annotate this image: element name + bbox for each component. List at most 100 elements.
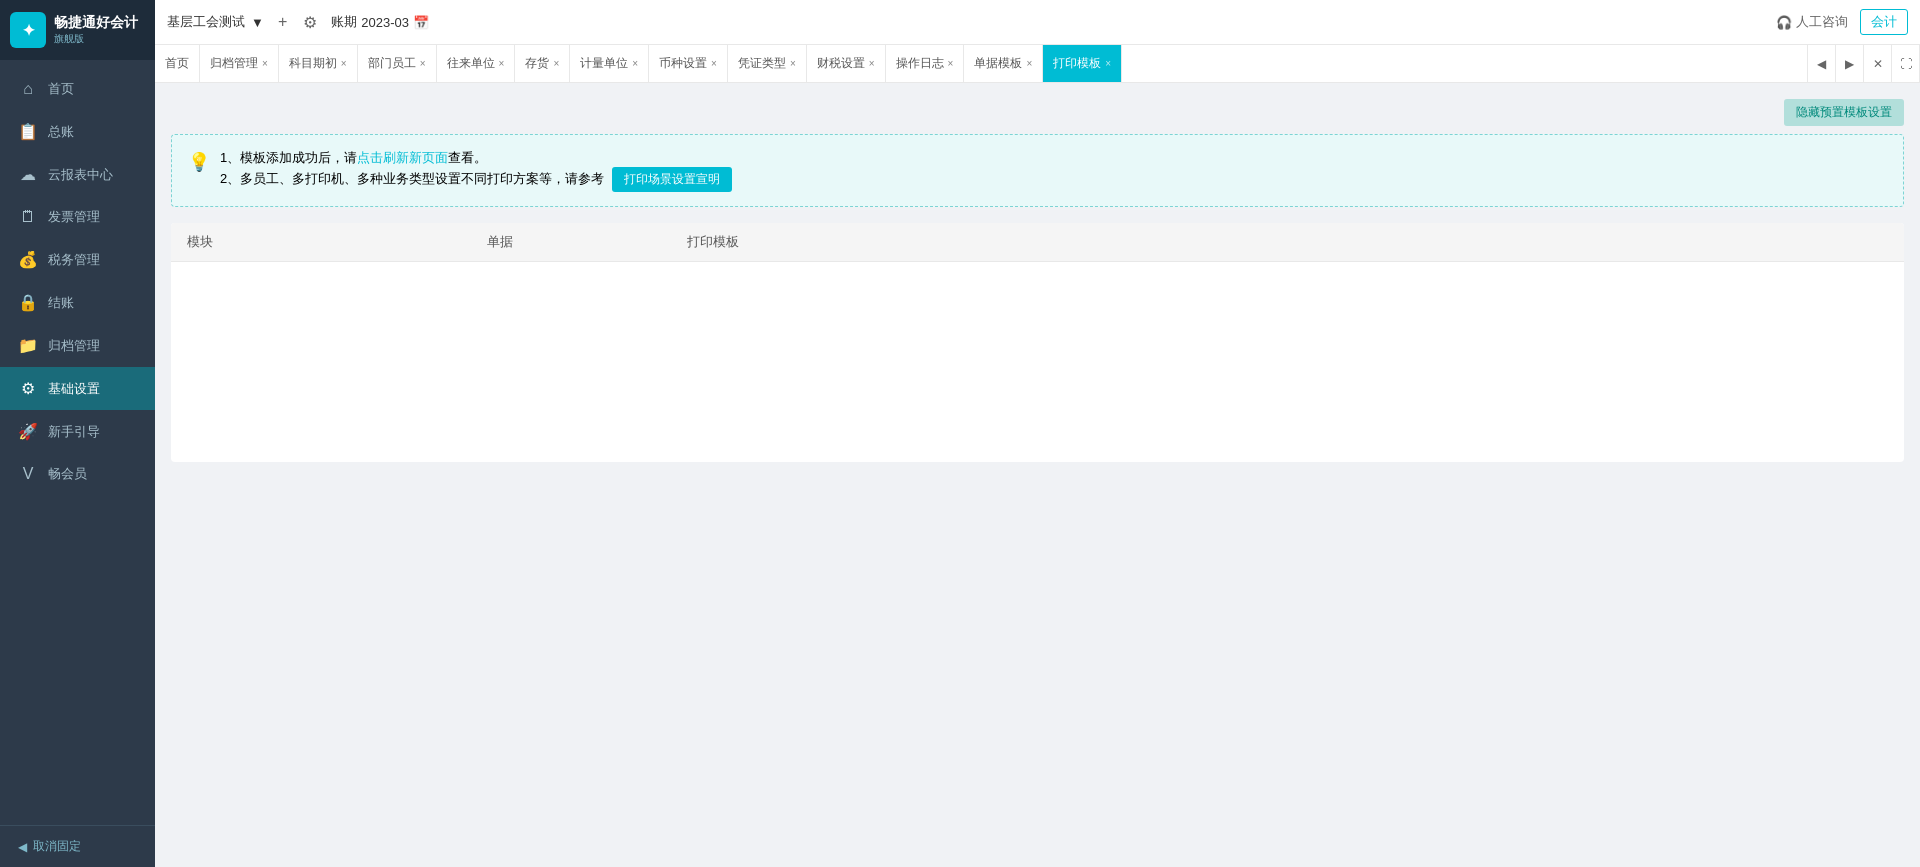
- tab-close-icon[interactable]: ×: [869, 58, 875, 69]
- th-template: 打印模板: [671, 223, 1904, 261]
- tab-label: 计量单位: [580, 55, 628, 72]
- add-button[interactable]: +: [274, 11, 291, 33]
- table-body: [171, 262, 1904, 462]
- notice-line2: 2、多员工、多打印机、多种业务类型设置不同打印方案等，请参考 打印场景设置宣明: [220, 167, 732, 192]
- settings-button[interactable]: ⚙: [299, 11, 321, 34]
- tab-print[interactable]: 打印模板 ×: [1043, 45, 1122, 82]
- sidebar-item-label: 畅会员: [48, 465, 87, 483]
- sidebar-item-home[interactable]: ⌂首页: [0, 68, 155, 110]
- notice-icon: 💡: [188, 151, 210, 173]
- archive-icon: 📁: [18, 336, 38, 355]
- tab-close-icon[interactable]: ×: [420, 58, 426, 69]
- tab-label: 往来单位: [447, 55, 495, 72]
- tab-close-icon[interactable]: ×: [632, 58, 638, 69]
- invoice-icon: 🗒: [18, 208, 38, 226]
- tab-tax[interactable]: 财税设置 ×: [807, 45, 886, 82]
- member-icon: V: [18, 465, 38, 483]
- tab-close-icon[interactable]: ×: [341, 58, 347, 69]
- logo-sub: 旗舰版: [54, 32, 138, 46]
- sidebar-item-label: 新手引导: [48, 423, 100, 441]
- tab-label: 操作日志: [896, 55, 944, 72]
- guide-icon: 🚀: [18, 422, 38, 441]
- tab-close-icon[interactable]: ×: [499, 58, 505, 69]
- sidebar-item-close[interactable]: 🔒 结账: [0, 281, 155, 324]
- period-selector[interactable]: 账期 2023-03 📅: [331, 13, 429, 31]
- hide-template-area: 隐藏预置模板设置: [171, 99, 1904, 126]
- headset-icon: 🎧: [1776, 15, 1792, 30]
- app-logo: ✦ 畅捷通好会计 旗舰版: [0, 0, 155, 60]
- sidebar-nav: ⌂首页📋总账 ☁ 云报表中心 🗒发票管理💰税务管理 🔒 结账 📁 归档管理 ⚙基础设置 🚀 新手引导…: [0, 60, 155, 825]
- reports-icon: ☁: [18, 165, 38, 184]
- company-name: 基层工会测试: [167, 13, 245, 31]
- tab-close-icon[interactable]: ×: [948, 58, 954, 69]
- hide-template-button[interactable]: 隐藏预置模板设置: [1784, 99, 1904, 126]
- sidebar: ✦ 畅捷通好会计 旗舰版 ⌂首页📋总账 ☁ 云报表中心 🗒发票管理💰税务管理 🔒 结账 📁 归…: [0, 0, 155, 867]
- notice-line2-text: 2、多员工、多打印机、多种业务类型设置不同打印方案等，请参考: [220, 171, 604, 186]
- sidebar-footer[interactable]: ◀ 取消固定: [0, 825, 155, 867]
- sidebar-item-tax[interactable]: 💰税务管理: [0, 238, 155, 281]
- tab-label: 部门员工: [368, 55, 416, 72]
- tab-close-icon[interactable]: ×: [711, 58, 717, 69]
- account-button[interactable]: 会计: [1860, 9, 1908, 35]
- tax-icon: 💰: [18, 250, 38, 269]
- period-value: 2023-03: [361, 15, 409, 30]
- tab-label: 存货: [525, 55, 549, 72]
- tab-unit[interactable]: 计量单位 ×: [570, 45, 649, 82]
- page-content: 隐藏预置模板设置 💡 1、模板添加成功后，请点击刷新新页面查看。 2、多员工、多…: [155, 83, 1920, 867]
- sidebar-item-label: 结账: [48, 294, 74, 312]
- company-selector[interactable]: 基层工会测试 ▼: [167, 13, 264, 31]
- topbar-actions: + ⚙: [274, 11, 321, 34]
- tab-close-icon[interactable]: ×: [262, 58, 268, 69]
- notice-refresh-link[interactable]: 点击刷新新页面: [357, 150, 448, 165]
- footer-label: 取消固定: [33, 838, 81, 855]
- sidebar-item-label: 首页: [48, 80, 74, 98]
- tab-close-icon[interactable]: ×: [1105, 58, 1111, 69]
- tab-inventory[interactable]: 存货 ×: [515, 45, 570, 82]
- service-button[interactable]: 🎧 人工咨询: [1776, 13, 1848, 31]
- tabbar: 首页归档管理 ×科目期初 ×部门员工 ×往来单位 ×存货 ×计量单位 ×币种设置…: [155, 45, 1920, 83]
- tab-close-all-button[interactable]: ✕: [1864, 45, 1892, 83]
- tab-oplog[interactable]: 操作日志 ×: [886, 45, 965, 82]
- tab-dept[interactable]: 部门员工 ×: [358, 45, 437, 82]
- tab-label: 归档管理: [210, 55, 258, 72]
- tab-close-icon[interactable]: ×: [553, 58, 559, 69]
- notice-box: 💡 1、模板添加成功后，请点击刷新新页面查看。 2、多员工、多打印机、多种业务类…: [171, 134, 1904, 207]
- tab-home[interactable]: 首页: [155, 45, 200, 82]
- tab-partners[interactable]: 往来单位 ×: [437, 45, 516, 82]
- print-template-table: 模块 单据 打印模板: [171, 223, 1904, 462]
- settings-icon: ⚙: [18, 379, 38, 398]
- tab-label: 科目期初: [289, 55, 337, 72]
- sidebar-item-settings[interactable]: ⚙基础设置: [0, 367, 155, 410]
- tab-prev-button[interactable]: ◀: [1808, 45, 1836, 83]
- tab-voucher[interactable]: 凭证类型 ×: [728, 45, 807, 82]
- sidebar-item-ledger[interactable]: 📋总账: [0, 110, 155, 153]
- topbar: 基层工会测试 ▼ + ⚙ 账期 2023-03 📅 🎧 人工咨询 会计: [155, 0, 1920, 45]
- tab-archive[interactable]: 归档管理 ×: [200, 45, 279, 82]
- tab-expand-button[interactable]: ⛶: [1892, 45, 1920, 83]
- tab-single[interactable]: 单据模板 ×: [964, 45, 1043, 82]
- sidebar-item-member[interactable]: V 畅会员: [0, 453, 155, 495]
- sidebar-item-archive[interactable]: 📁 归档管理: [0, 324, 155, 367]
- notice-line1-text: 1、模板添加成功后，请: [220, 150, 357, 165]
- tab-label: 财税设置: [817, 55, 865, 72]
- tab-next-button[interactable]: ▶: [1836, 45, 1864, 83]
- sidebar-item-invoice[interactable]: 🗒发票管理: [0, 196, 155, 238]
- tab-label: 首页: [165, 55, 189, 72]
- sidebar-item-label: 云报表中心: [48, 166, 113, 184]
- tab-close-icon[interactable]: ×: [1026, 58, 1032, 69]
- tab-close-icon[interactable]: ×: [790, 58, 796, 69]
- th-doc: 单据: [471, 223, 671, 261]
- tab-currency[interactable]: 币种设置 ×: [649, 45, 728, 82]
- sidebar-item-label: 归档管理: [48, 337, 100, 355]
- calendar-icon: 📅: [413, 15, 429, 30]
- tab-label: 币种设置: [659, 55, 707, 72]
- tab-subjects[interactable]: 科目期初 ×: [279, 45, 358, 82]
- logo-text: 畅捷通好会计 旗舰版: [54, 14, 138, 46]
- close-icon: 🔒: [18, 293, 38, 312]
- sidebar-item-reports[interactable]: ☁ 云报表中心: [0, 153, 155, 196]
- tab-label: 打印模板: [1053, 55, 1101, 72]
- notice-line1-suffix: 查看。: [448, 150, 487, 165]
- print-scene-button[interactable]: 打印场景设置宣明: [612, 167, 732, 192]
- sidebar-item-guide[interactable]: 🚀 新手引导: [0, 410, 155, 453]
- notice-content: 1、模板添加成功后，请点击刷新新页面查看。 2、多员工、多打印机、多种业务类型设…: [220, 149, 732, 192]
